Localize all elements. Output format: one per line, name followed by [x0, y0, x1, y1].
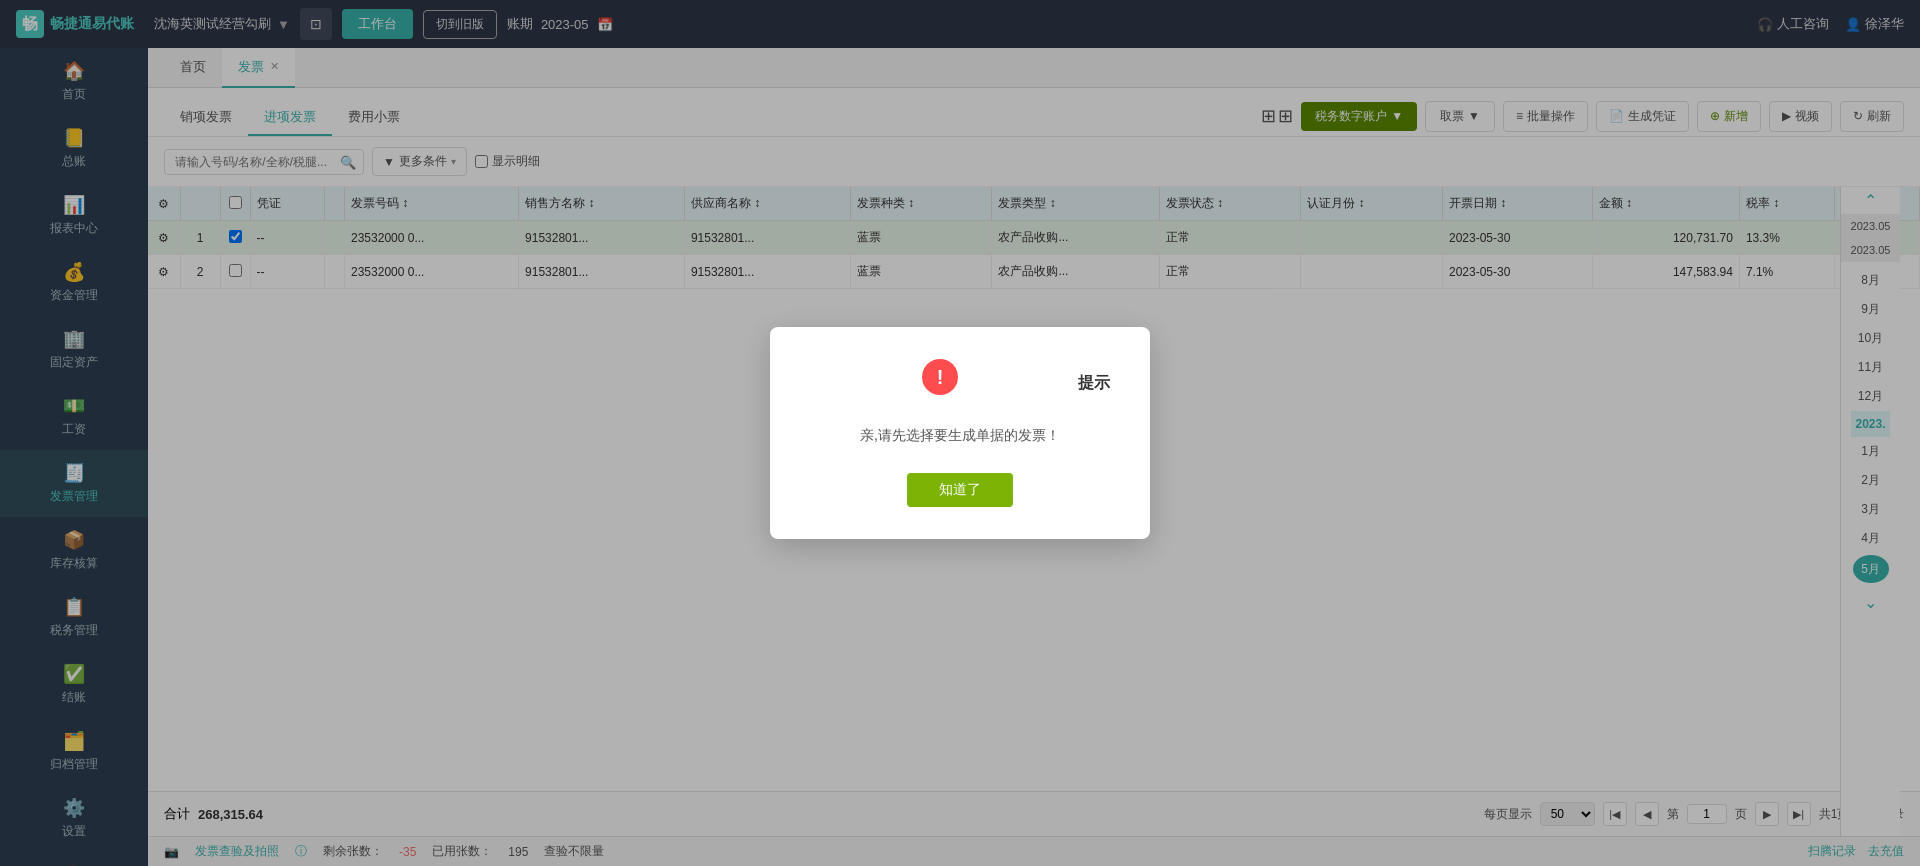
modal-dialog: ! 提示 亲,请先选择要生成单据的发票！ 知道了: [770, 327, 1150, 539]
modal-alert-icon: !: [922, 359, 958, 395]
modal-title-text: 提示: [1078, 373, 1110, 394]
modal-title: ! 提示: [810, 359, 1110, 407]
modal-ok-button[interactable]: 知道了: [907, 473, 1013, 507]
modal-message: 亲,请先选择要生成单据的发票！: [810, 427, 1110, 445]
modal-overlay: ! 提示 亲,请先选择要生成单据的发票！ 知道了: [0, 0, 1920, 866]
